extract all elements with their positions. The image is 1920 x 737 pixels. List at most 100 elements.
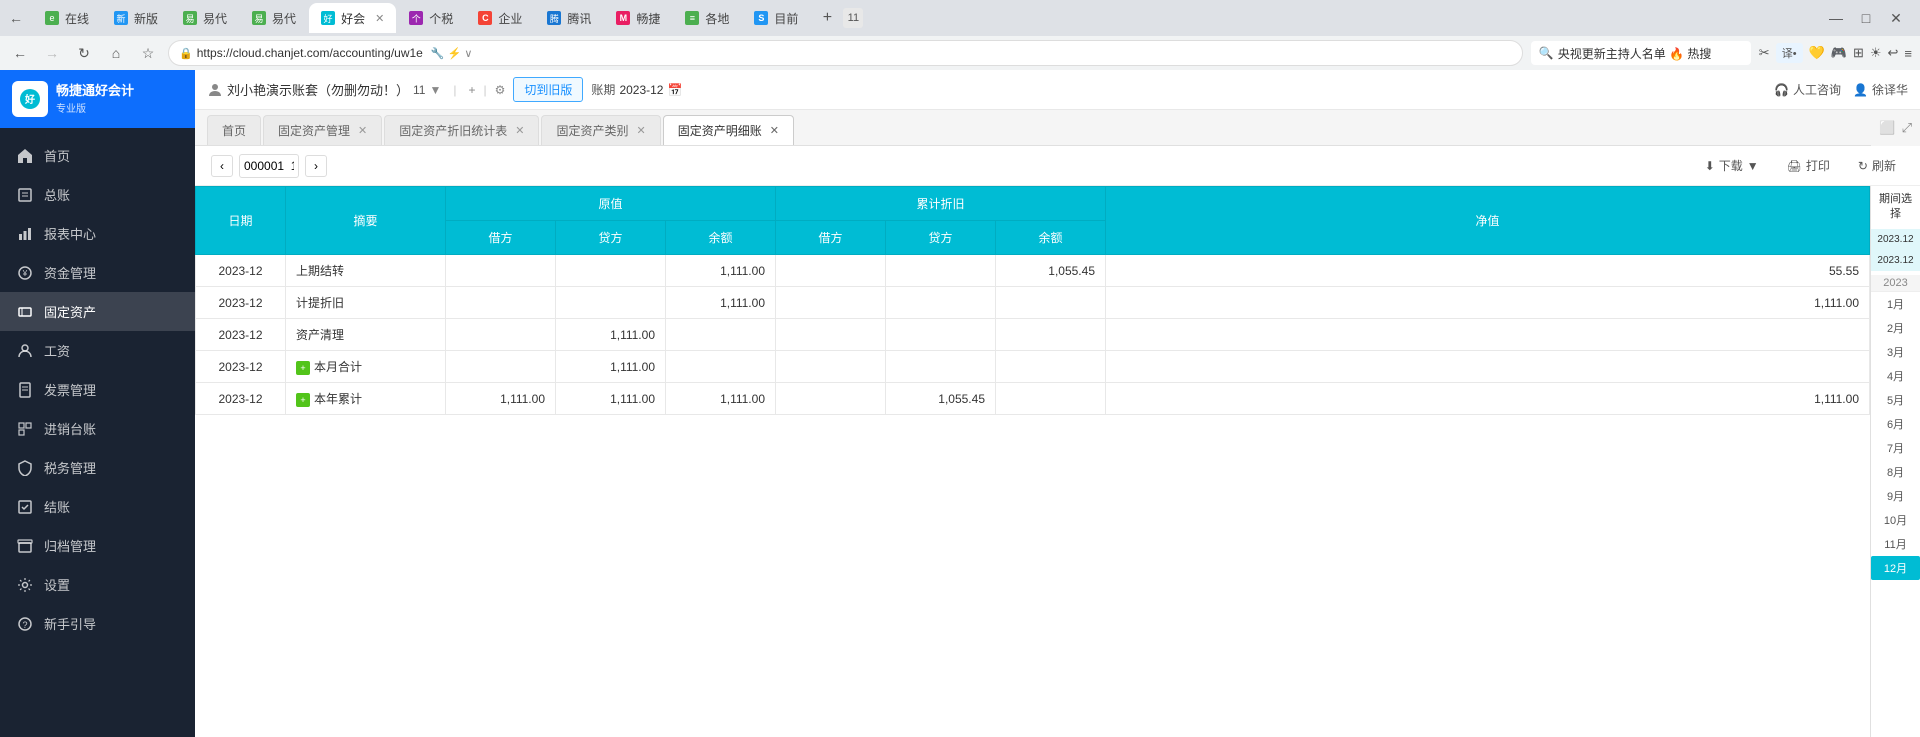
- back-button[interactable]: ←: [4, 6, 28, 30]
- undo-icon[interactable]: ↩: [1888, 45, 1899, 61]
- page-input[interactable]: [239, 154, 299, 178]
- browser-tab-yidai1[interactable]: 易 易代: [171, 3, 239, 33]
- browser-tab-tengxun[interactable]: 腾 腾讯: [535, 3, 603, 33]
- prev-page-button[interactable]: ‹: [211, 155, 233, 177]
- sidebar-item-salary[interactable]: 工资: [0, 331, 195, 370]
- wallet-icon[interactable]: 💛: [1809, 45, 1825, 61]
- minimize-button[interactable]: —: [1824, 6, 1848, 30]
- sidebar-item-archive[interactable]: 归档管理: [0, 526, 195, 565]
- sidebar-item-report[interactable]: 报表中心: [0, 214, 195, 253]
- page-tab-asset-detail[interactable]: 固定资产明细账 ✕: [663, 115, 794, 145]
- tab-close[interactable]: ✕: [358, 124, 367, 137]
- expand-icon[interactable]: ⤢: [1902, 120, 1912, 136]
- sidebar-item-stock[interactable]: 进销台账: [0, 409, 195, 448]
- period-month-2[interactable]: 2月: [1871, 316, 1920, 340]
- browser-tab-haohuiji[interactable]: 好 好会 ✕: [309, 3, 396, 33]
- dropdown-icon[interactable]: ▼: [429, 83, 441, 97]
- company-name: 刘小艳演示账套（勿删勿动！）: [227, 80, 409, 99]
- sidebar-label: 结账: [44, 497, 70, 516]
- period-month-9[interactable]: 9月: [1871, 484, 1920, 508]
- address-bar[interactable]: 🔒 https://cloud.chanjet.com/accounting/u…: [168, 40, 1523, 66]
- period-month-3[interactable]: 3月: [1871, 340, 1920, 364]
- period-month-6[interactable]: 6月: [1871, 412, 1920, 436]
- sidebar-item-ledger[interactable]: 总账: [0, 175, 195, 214]
- browser-tab-new[interactable]: 新 新版: [102, 3, 170, 33]
- cell-orig-debit: 1,111.00: [446, 383, 556, 415]
- sidebar-item-invoice[interactable]: 发票管理: [0, 370, 195, 409]
- sidebar-item-fund[interactable]: ¥ 资金管理: [0, 253, 195, 292]
- game-icon[interactable]: 🎮: [1831, 45, 1847, 61]
- tab-close-active[interactable]: ✕: [770, 124, 779, 137]
- browser-tab-changjie[interactable]: M 畅捷: [604, 3, 672, 33]
- period-month-8[interactable]: 8月: [1871, 460, 1920, 484]
- add-button[interactable]: +: [469, 83, 476, 97]
- period-month-1[interactable]: 1月: [1871, 292, 1920, 316]
- tab-favicon: C: [478, 11, 492, 25]
- logo-subtitle: 专业版: [56, 100, 134, 115]
- browser-tab-qiye[interactable]: C 企业: [466, 3, 534, 33]
- new-tab-button[interactable]: +: [815, 6, 839, 30]
- forward-nav-button[interactable]: →: [40, 41, 64, 65]
- main-content: 刘小艳演示账套（勿删勿动！） 11 ▼ | + | ⚙ 切到旧版 账期 2023…: [195, 70, 1920, 737]
- sidebar-item-settings[interactable]: 设置: [0, 565, 195, 604]
- maximize-button[interactable]: □: [1854, 6, 1878, 30]
- sidebar-item-close-account[interactable]: 结账: [0, 487, 195, 526]
- tab-favicon: 易: [252, 11, 266, 25]
- period-month-12[interactable]: 12月: [1871, 556, 1920, 580]
- bookmark-button[interactable]: ☆: [136, 41, 160, 65]
- user-profile-button[interactable]: 👤 徐译华: [1853, 81, 1908, 98]
- calendar-icon[interactable]: 📅: [667, 83, 682, 97]
- back-nav-button[interactable]: ←: [8, 41, 32, 65]
- page-tab-home[interactable]: 首页: [207, 115, 261, 145]
- search-bar[interactable]: 🔍 央视更新主持人名单 🔥 热搜: [1531, 41, 1751, 65]
- menu-icon[interactable]: ≡: [1904, 46, 1912, 61]
- tab-label: 各地: [705, 10, 729, 27]
- col-original-value-group: 原值: [446, 187, 776, 221]
- tab-count-badge[interactable]: 11: [843, 8, 863, 28]
- page-tab-strip: 首页 固定资产管理 ✕ 固定资产折旧统计表 ✕ 固定资产类别 ✕ 固定资产明细账…: [195, 110, 1920, 146]
- period-month-4[interactable]: 4月: [1871, 364, 1920, 388]
- home-nav-button[interactable]: ⌂: [104, 41, 128, 65]
- tab-label: 新版: [134, 10, 158, 27]
- browser-tab-gedi[interactable]: ≡ 各地: [673, 3, 741, 33]
- tab-favicon: 易: [183, 11, 197, 25]
- tab-close-button[interactable]: ✕: [375, 12, 384, 25]
- browser-tab-geshui[interactable]: 个 个税: [397, 3, 465, 33]
- tab-favicon: 个: [409, 11, 423, 25]
- period-month-5[interactable]: 5月: [1871, 388, 1920, 412]
- page-tab-depreciation-stats[interactable]: 固定资产折旧统计表 ✕: [384, 115, 539, 145]
- browser-tab-online[interactable]: e 在线: [33, 3, 101, 33]
- refresh-button[interactable]: ↻ 刷新: [1850, 153, 1904, 178]
- tab-close[interactable]: ✕: [637, 124, 646, 137]
- tax-icon: [16, 459, 34, 477]
- sidebar-item-asset[interactable]: 固定资产: [0, 292, 195, 331]
- scissors-icon[interactable]: ✂: [1759, 45, 1770, 61]
- col-date: 日期: [196, 187, 286, 255]
- switch-version-button[interactable]: 切到旧版: [513, 77, 583, 102]
- page-tab-asset-category[interactable]: 固定资产类别 ✕: [541, 115, 660, 145]
- sidebar-item-guide[interactable]: ? 新手引导: [0, 604, 195, 643]
- grid-icon[interactable]: ⊞: [1853, 45, 1864, 61]
- translate-icon[interactable]: 译•: [1776, 43, 1803, 63]
- settings-button[interactable]: ⚙: [495, 83, 506, 97]
- support-button[interactable]: 🎧 人工咨询: [1774, 81, 1841, 98]
- stock-icon: [16, 420, 34, 438]
- sidebar-label: 新手引导: [44, 614, 96, 633]
- print-button[interactable]: 🖨 打印: [1779, 153, 1838, 178]
- period-month-7[interactable]: 7月: [1871, 436, 1920, 460]
- download-button[interactable]: ⬇ 下载 ▼: [1697, 153, 1767, 178]
- reload-button[interactable]: ↻: [72, 41, 96, 65]
- period-month-11[interactable]: 11月: [1871, 532, 1920, 556]
- content-wrapper: 日期 摘要 原值 累计折旧 净值 借方 贷方 余额 借方 贷方 余额: [195, 186, 1920, 737]
- brightness-icon[interactable]: ☀: [1870, 45, 1882, 61]
- page-tab-asset-mgmt[interactable]: 固定资产管理 ✕: [263, 115, 382, 145]
- browser-tab-yidai2[interactable]: 易 易代: [240, 3, 308, 33]
- collapse-icon[interactable]: ⬜: [1879, 120, 1895, 136]
- close-window-button[interactable]: ✕: [1884, 6, 1908, 30]
- next-page-button[interactable]: ›: [305, 155, 327, 177]
- tab-close[interactable]: ✕: [515, 124, 524, 137]
- sidebar-item-home[interactable]: 首页: [0, 136, 195, 175]
- sidebar-item-tax[interactable]: 税务管理: [0, 448, 195, 487]
- browser-tab-muqian[interactable]: S 目前: [742, 3, 810, 33]
- period-month-10[interactable]: 10月: [1871, 508, 1920, 532]
